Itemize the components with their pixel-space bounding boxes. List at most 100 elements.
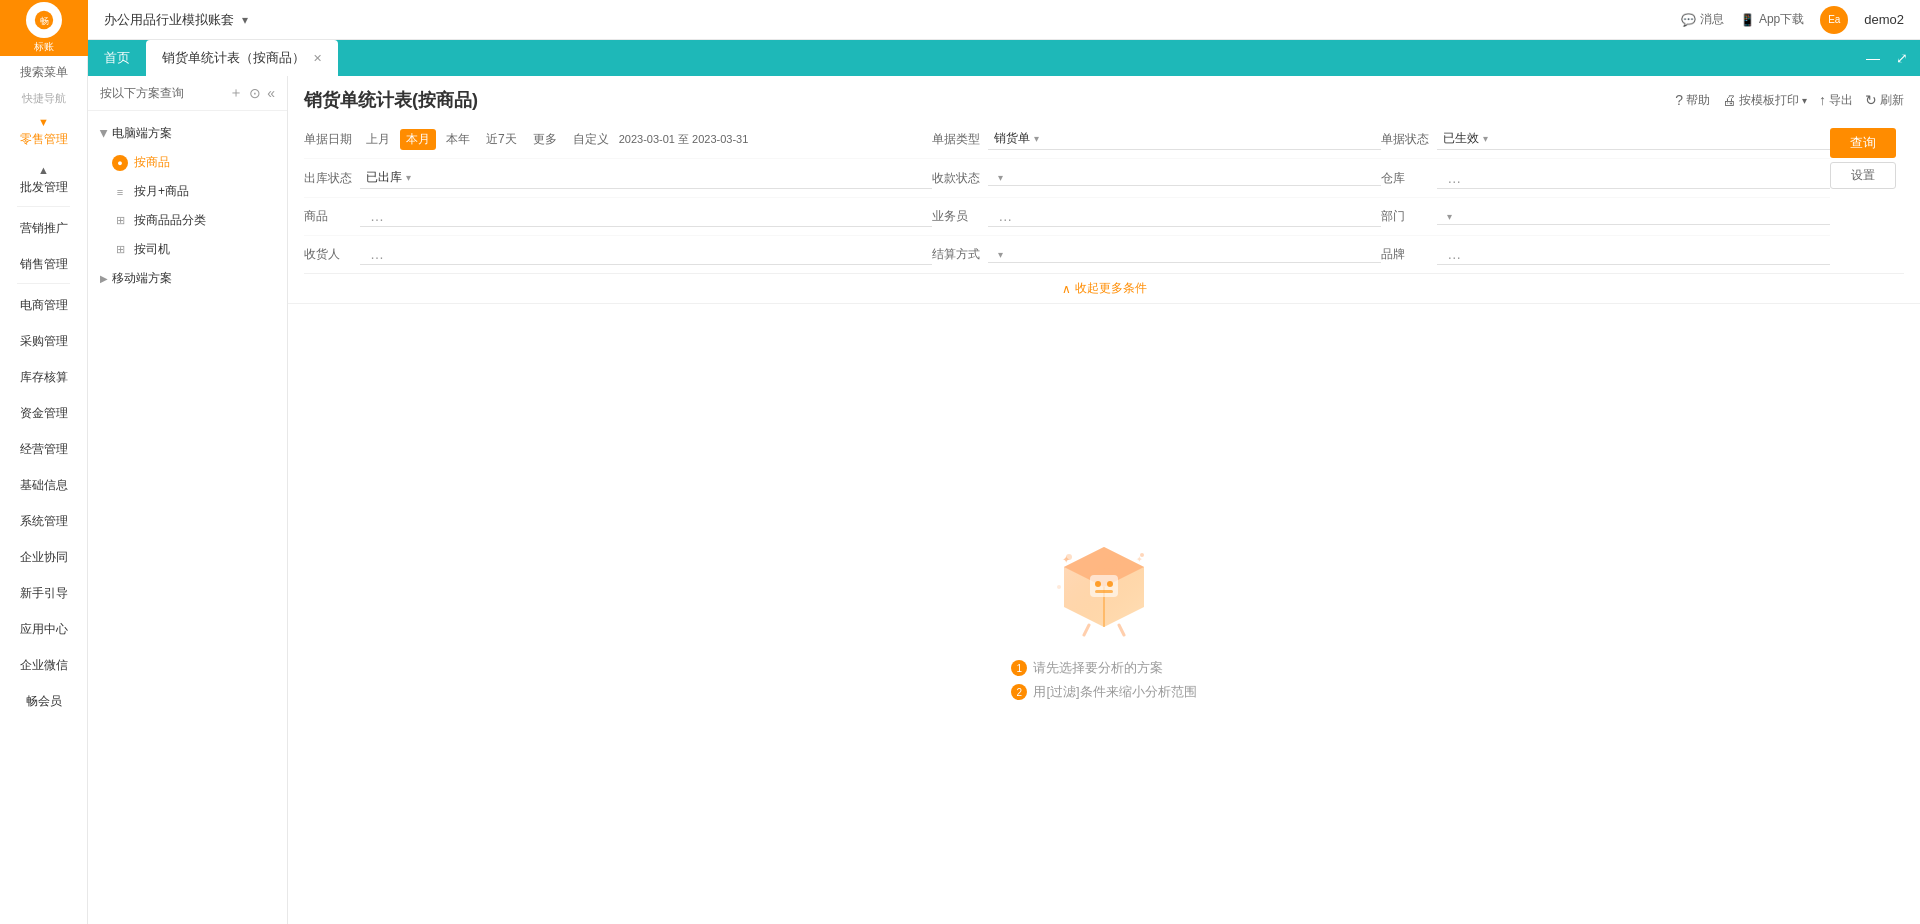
sidebar-item-system[interactable]: 系统管理 [0,502,87,538]
last-7days-btn[interactable]: 近7天 [480,129,523,150]
tab-maximize-btn[interactable]: ⤢ [1892,46,1912,70]
filter-main: 单据日期 上月 本月 本年 近7天 更多 自定义 [304,120,1904,273]
filter-fields: 单据日期 上月 本月 本年 近7天 更多 自定义 [304,120,1830,273]
tab-minimize-btn[interactable]: — [1862,46,1884,70]
sidebar-item-enterprise[interactable]: 企业协同 [0,538,87,574]
tip-1-num: 1 [1011,660,1027,676]
topbar-dropdown-icon[interactable]: ▾ [242,13,248,27]
guide-label: 新手引导 [20,585,68,602]
sidebar-item-wechat[interactable]: 企业微信 [0,646,87,682]
scheme-group-pc: ▶ 电脑端方案 ● 按商品 ≡ 按月+商品 ⊞ 按商品品分类 [88,119,287,264]
sidebar-item-wholesale[interactable]: ▲ 批发管理 [0,156,87,204]
scheme-collapse-icon[interactable]: « [267,85,275,101]
salesperson-select[interactable]: … [988,206,1381,227]
tab-home[interactable]: 首页 [88,40,146,76]
filter-action-buttons: 查询 设置 [1830,120,1904,273]
help-icon: ? [1675,92,1683,108]
scheme-item-by-product-category[interactable]: ⊞ 按商品品分类 [88,206,287,235]
topbar-left: 办公用品行业模拟账套 ▾ [104,11,248,29]
scheme-item-by-cashier[interactable]: ⊞ 按司机 [88,235,287,264]
sidebar-item-ecommerce[interactable]: 电商管理 [0,286,87,322]
export-btn[interactable]: ↑ 导出 [1819,92,1853,109]
sidebar-item-sales[interactable]: 销售管理 [0,245,87,281]
product-dots-icon[interactable]: … [370,208,384,224]
scheme-group-pc-title[interactable]: ▶ 电脑端方案 [88,119,287,148]
apps-label: 应用中心 [20,621,68,638]
svg-rect-8 [1095,590,1113,593]
settlement-select[interactable]: ▾ [988,247,1381,263]
doc-type-select[interactable]: 销货单 ▾ [988,128,1381,150]
query-button[interactable]: 查询 [1830,128,1896,158]
sidebar-item-finance[interactable]: 资金管理 [0,394,87,430]
scheme-settings-icon[interactable]: ⊙ [249,85,261,101]
salesperson-dots-icon[interactable]: … [998,208,1012,224]
consignee-dots-icon[interactable]: … [370,246,384,262]
search-menu[interactable]: 搜索菜单 [0,56,87,89]
message-icon: 💬 [1681,13,1696,27]
payment-status-select[interactable]: ▾ [988,170,1381,186]
enterprise-label: 企业协同 [20,549,68,566]
scheme-group-mobile: ▶ 移动端方案 [88,264,287,293]
doc-status-label: 单据状态 [1381,131,1437,148]
this-month-btn[interactable]: 本月 [400,129,436,150]
sidebar-item-inventory[interactable]: 库存核算 [0,358,87,394]
sidebar-item-operations[interactable]: 经营管理 [0,430,87,466]
empty-state: ✦ ✦ 1 请先选择要分析的方案 2 用[过滤]条件来缩小分析范围 [288,304,1920,924]
tab-controls: — ⤢ [1862,46,1920,70]
sidebar-item-marketing[interactable]: 营销推广 [0,209,87,245]
scheme-item-by-product[interactable]: ● 按商品 [88,148,287,177]
by-product-category-label: 按商品品分类 [134,212,206,229]
warehouse-dots-icon[interactable]: … [1447,170,1461,186]
warehouse-select[interactable]: … [1437,168,1830,189]
sidebar-item-retail[interactable]: ▼ 零售管理 [0,108,87,156]
department-select[interactable]: ▾ [1437,209,1830,225]
tab-sales-report[interactable]: 销货单统计表（按商品） ✕ [146,40,338,76]
product-label: 商品 [304,208,360,225]
messages-btn[interactable]: 💬 消息 [1681,11,1724,28]
app-download-btn[interactable]: 📱 App下载 [1740,11,1804,28]
custom-date-btn[interactable]: 自定义 [567,129,615,150]
sales-label: 销售管理 [20,256,68,273]
finance-label: 资金管理 [20,405,68,422]
brand-select[interactable]: … [1437,244,1830,265]
user-avatar[interactable]: Ea [1820,6,1848,34]
sidebar-item-procurement[interactable]: 采购管理 [0,322,87,358]
filter-consignee: 收货人 … [304,244,932,265]
refresh-icon: ↻ [1865,92,1877,108]
help-btn[interactable]: ? 帮助 [1675,92,1710,109]
consignee-select[interactable]: … [360,244,932,265]
collapse-bar[interactable]: ∧ 收起更多条件 [304,273,1904,303]
user-name[interactable]: demo2 [1864,12,1904,27]
sidebar-item-apps[interactable]: 应用中心 [0,610,87,646]
print-btn[interactable]: 🖨 按模板打印 ▾ [1722,92,1807,109]
warehouse-status-select[interactable]: 已出库 ▾ [360,167,932,189]
product-select[interactable]: … [360,206,932,227]
sidebar: 畅 标账 搜索菜单 快捷导航 ▼ 零售管理 ▲ 批发管理 营销推广 销售管理 电… [0,0,88,924]
refresh-btn[interactable]: ↻ 刷新 [1865,92,1904,109]
filter-row-3: 商品 … 业务员 … [304,198,1830,236]
tab-close-icon[interactable]: ✕ [313,52,322,65]
this-year-btn[interactable]: 本年 [440,129,476,150]
tip-2-text: 用[过滤]条件来缩小分析范围 [1033,683,1196,701]
sidebar-item-guide[interactable]: 新手引导 [0,574,87,610]
doc-status-select[interactable]: 已生效 ▾ [1437,128,1830,150]
scheme-item-by-month-product[interactable]: ≡ 按月+商品 [88,177,287,206]
print-label: 按模板打印 [1739,92,1799,109]
more-date-btn[interactable]: 更多 [527,129,563,150]
svg-rect-5 [1090,575,1118,597]
mobile-group-arrow-icon: ▶ [100,273,108,284]
date-label: 单据日期 [304,131,360,148]
svg-text:✦: ✦ [1136,555,1143,564]
topbar: 办公用品行业模拟账套 ▾ 💬 消息 📱 App下载 Ea demo2 [88,0,1920,40]
sidebar-item-basic[interactable]: 基础信息 [0,466,87,502]
reset-button[interactable]: 设置 [1830,162,1896,189]
scheme-add-icon[interactable]: ＋ [229,84,243,102]
collapse-up-icon: ∧ [1062,282,1071,296]
refresh-label: 刷新 [1880,92,1904,109]
logo-text: 标账 [34,40,54,54]
last-month-btn[interactable]: 上月 [360,129,396,150]
warehouse-status-label: 出库状态 [304,170,360,187]
brand-dots-icon[interactable]: … [1447,246,1461,262]
scheme-group-mobile-title[interactable]: ▶ 移动端方案 [88,264,287,293]
sidebar-item-member[interactable]: 畅会员 [0,682,87,718]
